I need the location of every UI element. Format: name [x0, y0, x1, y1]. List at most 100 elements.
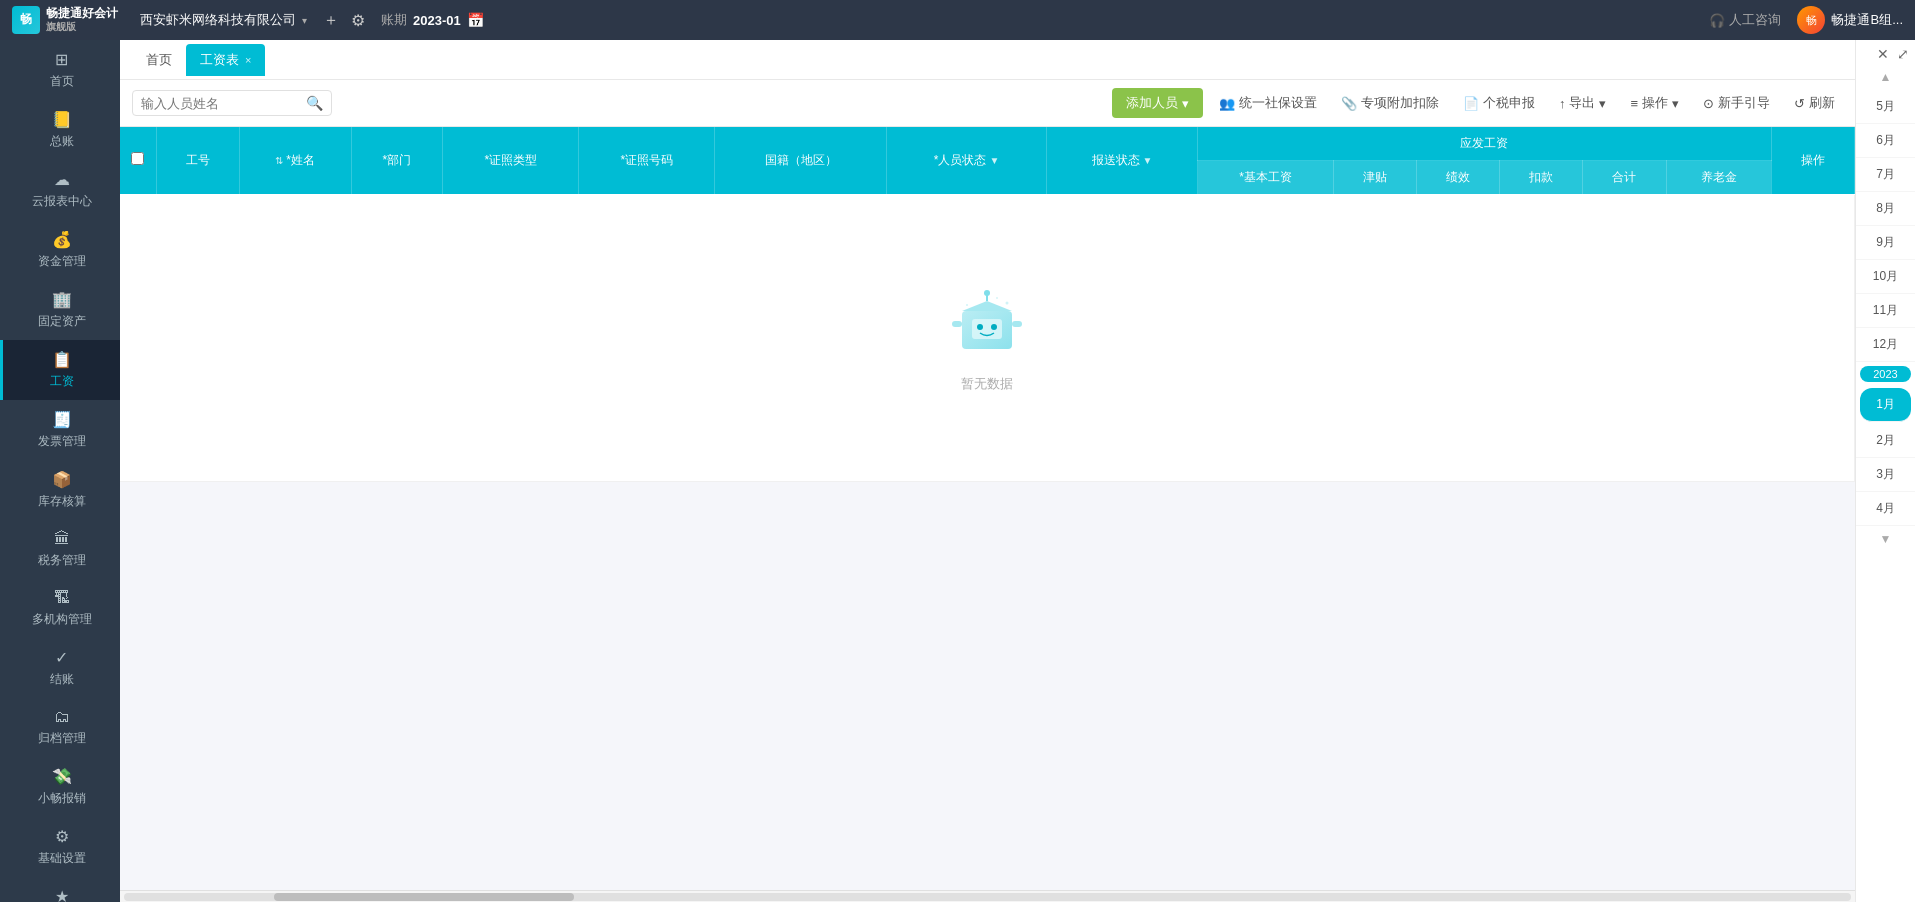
toolbar-area: 🔍 添加人员 ▾ 👥 统一社保设置 📎 专项附加扣除 📄 个税申报	[120, 80, 1855, 127]
sidebar-item-guide[interactable]: ★ 新手引导	[0, 877, 120, 902]
empty-icon	[947, 283, 1027, 363]
sort-icon: ⇅	[275, 155, 283, 166]
user-area[interactable]: 畅 畅捷通B组...	[1797, 6, 1903, 34]
period-value[interactable]: 2023-01	[413, 13, 461, 28]
export-arrow-icon: ▾	[1599, 96, 1606, 111]
salary-table: 工号 ⇅ *姓名 *部门 *证照类型 *证照号码 国籍（地区）	[120, 127, 1855, 482]
table-wrap: 工号 ⇅ *姓名 *部门 *证照类型 *证照号码 国籍（地区）	[120, 127, 1855, 890]
guide-btn-icon: ⊙	[1703, 96, 1714, 111]
scroll-down-button[interactable]: ▼	[1856, 526, 1915, 552]
col-personnel-status: *人员状态 ▼	[887, 127, 1047, 194]
sidebar-item-inventory[interactable]: 📦 库存核算	[0, 460, 120, 520]
filter-icon[interactable]: ▼	[989, 155, 999, 166]
month-item-2022-10[interactable]: 10月	[1856, 260, 1915, 294]
sidebar-item-label: 库存核算	[38, 493, 86, 510]
customer-service-button[interactable]: 🎧 人工咨询	[1709, 11, 1781, 29]
company-name: 西安虾米网络科技有限公司	[140, 11, 296, 29]
sidebar-item-label: 基础设置	[38, 850, 86, 867]
special-deduction-label: 专项附加扣除	[1361, 94, 1439, 112]
month-item-2022-07[interactable]: 7月	[1856, 158, 1915, 192]
toolbar-right: 添加人员 ▾ 👥 统一社保设置 📎 专项附加扣除 📄 个税申报 ↑ 导	[1112, 88, 1843, 118]
month-item-2022-06[interactable]: 6月	[1856, 124, 1915, 158]
select-all-checkbox[interactable]	[131, 152, 144, 165]
bottom-scrollbar[interactable]	[120, 890, 1855, 902]
export-button[interactable]: ↑ 导出 ▾	[1551, 90, 1615, 116]
month-item-2022-12[interactable]: 12月	[1856, 328, 1915, 362]
scroll-up-button[interactable]: ▲	[1856, 64, 1915, 90]
col-nationality: 国籍（地区）	[715, 127, 887, 194]
sidebar-item-cloud-report[interactable]: ☁ 云报表中心	[0, 160, 120, 220]
tab-home[interactable]: 首页	[132, 44, 186, 76]
month-item-2022-11[interactable]: 11月	[1856, 294, 1915, 328]
col-name: ⇅ *姓名	[239, 127, 351, 194]
tab-close-icon[interactable]: ×	[245, 54, 251, 66]
svg-marker-1	[962, 301, 1012, 311]
svg-point-11	[996, 297, 998, 299]
operations-label: 操作	[1642, 94, 1668, 112]
month-item-2023-02[interactable]: 2月	[1856, 424, 1915, 458]
operations-button[interactable]: ≡ 操作 ▾	[1622, 90, 1687, 116]
sidebar-item-fixed-assets[interactable]: 🏢 固定资产	[0, 280, 120, 340]
calendar-icon[interactable]: 📅	[467, 12, 484, 28]
sidebar-item-salary[interactable]: 📋 工资	[0, 340, 120, 400]
company-selector[interactable]: 西安虾米网络科技有限公司 ▾	[140, 11, 307, 29]
month-item-2022-08[interactable]: 8月	[1856, 192, 1915, 226]
add-person-button[interactable]: 添加人员 ▾	[1112, 88, 1203, 118]
scrollbar-thumb[interactable]	[274, 893, 574, 901]
social-security-button[interactable]: 👥 统一社保设置	[1211, 90, 1325, 116]
guide-label: 新手引导	[1718, 94, 1770, 112]
invoice-icon: 🧾	[52, 410, 72, 429]
special-deduction-icon: 📎	[1341, 96, 1357, 111]
sidebar-item-label: 固定资产	[38, 313, 86, 330]
scrollbar-track	[124, 893, 1851, 901]
special-deduction-button[interactable]: 📎 专项附加扣除	[1333, 90, 1447, 116]
sidebar-item-settlement[interactable]: ✓ 结账	[0, 638, 120, 698]
tab-salary-table[interactable]: 工资表 ×	[186, 44, 265, 76]
sidebar-item-multi-org[interactable]: 🏗 多机构管理	[0, 579, 120, 638]
guide-button[interactable]: ⊙ 新手引导	[1695, 90, 1778, 116]
col-operations: 操作	[1771, 127, 1854, 194]
panel-close-button[interactable]: ✕	[1875, 44, 1891, 64]
col-employee-id: 工号	[156, 127, 239, 194]
sidebar-item-label: 云报表中心	[32, 193, 92, 210]
submit-filter-icon[interactable]: ▼	[1143, 155, 1153, 166]
col-pension: 养老金	[1666, 161, 1771, 195]
month-item-2022-09[interactable]: 9月	[1856, 226, 1915, 260]
search-input[interactable]	[141, 96, 300, 111]
select-all-header[interactable]	[120, 127, 156, 194]
expense-icon: 💸	[52, 767, 72, 786]
sidebar-item-tax[interactable]: 🏛 税务管理	[0, 520, 120, 579]
search-input-wrap: 🔍	[132, 90, 332, 116]
sidebar-item-ledger[interactable]: 📒 总账	[0, 100, 120, 160]
period-area: 账期 2023-01 📅	[381, 11, 484, 29]
social-security-label: 统一社保设置	[1239, 94, 1317, 112]
settings-icon[interactable]: ⚙	[351, 11, 365, 30]
month-item-2022-05[interactable]: 5月	[1856, 90, 1915, 124]
logo-icon: 畅	[12, 6, 40, 34]
month-item-2023-04[interactable]: 4月	[1856, 492, 1915, 526]
sidebar-item-label: 归档管理	[38, 730, 86, 747]
tab-home-label: 首页	[146, 51, 172, 69]
month-item-2023-03[interactable]: 3月	[1856, 458, 1915, 492]
add-company-button[interactable]: ＋	[323, 10, 339, 31]
personal-tax-button[interactable]: 📄 个税申报	[1455, 90, 1543, 116]
sidebar-item-label: 工资	[50, 373, 74, 390]
month-item-2023-01[interactable]: 1月	[1860, 388, 1911, 422]
top-header: 畅 畅捷通好会计 旗舰版 西安虾米网络科技有限公司 ▾ ＋ ⚙ 账期 2023-…	[0, 0, 1915, 40]
refresh-button[interactable]: ↺ 刷新	[1786, 90, 1843, 116]
empty-text: 暂无数据	[961, 375, 1013, 393]
col-deduction: 扣款	[1500, 161, 1583, 195]
refresh-label: 刷新	[1809, 94, 1835, 112]
panel-expand-button[interactable]: ⤢	[1895, 44, 1911, 64]
sidebar-item-fund[interactable]: 💰 资金管理	[0, 220, 120, 280]
sidebar-item-archive[interactable]: 🗂 归档管理	[0, 698, 120, 757]
fixed-assets-icon: 🏢	[52, 290, 72, 309]
svg-rect-7	[952, 321, 962, 327]
sidebar-item-expense[interactable]: 💸 小畅报销	[0, 757, 120, 817]
header-right: 🎧 人工咨询 畅 畅捷通B组...	[1709, 6, 1903, 34]
sidebar-item-invoice[interactable]: 🧾 发票管理	[0, 400, 120, 460]
sidebar-item-home[interactable]: ⊞ 首页	[0, 40, 120, 100]
sidebar-item-settings[interactable]: ⚙ 基础设置	[0, 817, 120, 877]
table-header-row1: 工号 ⇅ *姓名 *部门 *证照类型 *证照号码 国籍（地区）	[120, 127, 1855, 161]
logo-text-wrap: 畅捷通好会计 旗舰版	[46, 6, 118, 34]
